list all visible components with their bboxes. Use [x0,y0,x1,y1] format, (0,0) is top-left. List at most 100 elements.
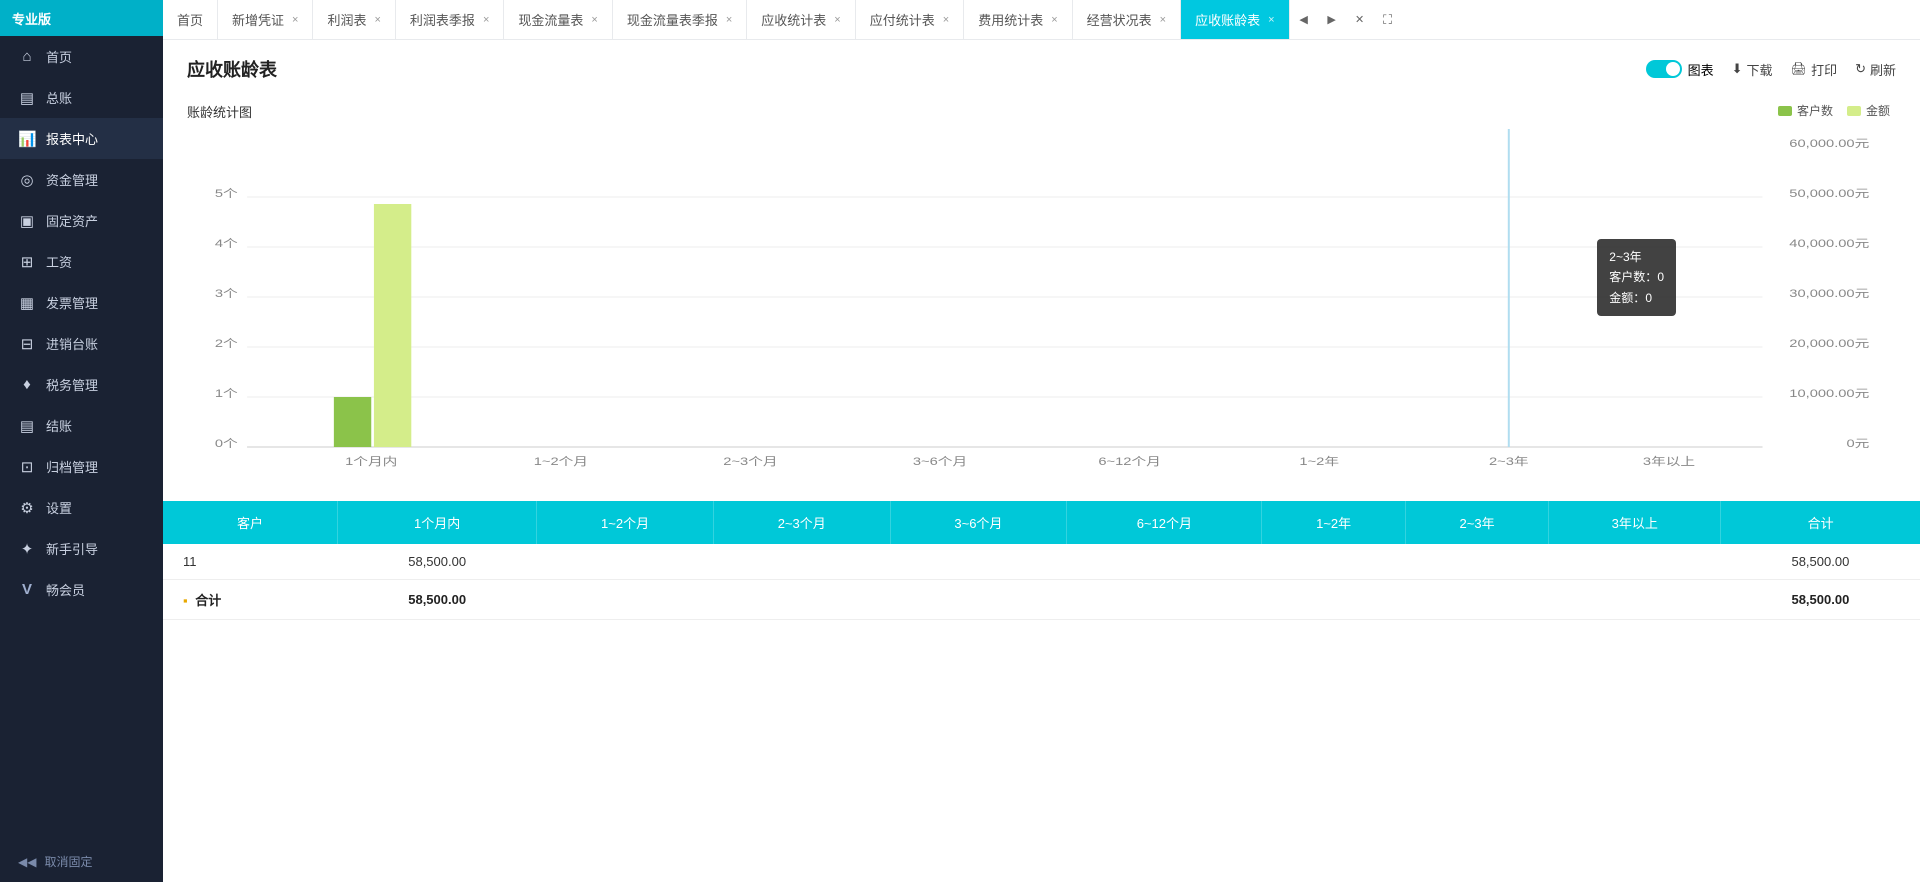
tab-home-label: 首页 [177,10,203,29]
sidebar-bottom-label: 取消固定 [44,853,92,870]
data-table: 客户 1个月内 1~2个月 2~3个月 3~6个月 6~12个月 1~2年 2~… [163,501,1920,620]
sidebar-item-sales[interactable]: ⊟ 进销台账 [0,323,163,364]
download-icon: ⬇ [1732,61,1743,77]
tab-ap-stats-close[interactable]: × [943,14,949,26]
svg-text:2~3年: 2~3年 [1489,455,1529,468]
sidebar-item-salary[interactable]: ⊞ 工资 [0,241,163,282]
sidebar-item-report[interactable]: 📊 报表中心 [0,118,163,159]
sidebar-logo: 专业版 [0,0,163,36]
sidebar-item-invoice[interactable]: ▦ 发票管理 [0,282,163,323]
cell-total-1month: 58,500.00 [338,580,537,620]
cell-total-6-12month [1067,580,1262,620]
home-icon: ⌂ [18,48,36,65]
sidebar-item-label: 进销台账 [46,334,98,353]
bar-amount-1month [374,204,411,447]
tab-cashflow-quarter[interactable]: 现金流量表季报 × [613,0,747,40]
svg-text:20,000.00元: 20,000.00元 [1789,337,1869,350]
chart-toggle[interactable] [1646,60,1682,78]
cell-total-1-2year [1262,580,1405,620]
refresh-icon: ↻ [1855,61,1866,77]
refresh-btn[interactable]: ↻ 刷新 [1855,60,1896,79]
tab-ar-stats-close[interactable]: × [834,14,840,26]
tab-fullscreen-btn[interactable]: ⛶ [1374,0,1402,40]
cell-3plus-year [1549,544,1721,580]
tab-home[interactable]: 首页 [163,0,218,40]
sidebar-item-close[interactable]: ▤ 结账 [0,405,163,446]
tab-cashflow-quarter-close[interactable]: × [726,14,732,26]
svg-text:50,000.00元: 50,000.00元 [1789,187,1869,200]
svg-text:5个: 5个 [215,187,238,200]
cell-2-3year [1405,544,1548,580]
tab-next-btn[interactable]: ▶ [1318,0,1346,40]
tab-voucher[interactable]: 新增凭证 × [218,0,313,40]
col-3-6month: 3~6个月 [890,501,1067,544]
cell-6-12month [1067,544,1262,580]
sidebar-item-funds[interactable]: ◎ 资金管理 [0,159,163,200]
sidebar-pin-toggle[interactable]: ◀◀ 取消固定 [0,841,163,882]
sidebar-item-label: 结账 [46,416,72,435]
tab-profit[interactable]: 利润表 × [313,0,395,40]
col-total: 合计 [1721,501,1920,544]
legend-customer-count: 客户数 [1778,102,1833,119]
chart-title: 账龄统计图 [187,102,1896,121]
tab-profit-quarter-close[interactable]: × [483,14,489,26]
sidebar-item-ledger[interactable]: ▤ 总账 [0,77,163,118]
col-2-3year: 2~3年 [1405,501,1548,544]
tab-cashflow-close[interactable]: × [591,14,597,26]
svg-text:1个月内: 1个月内 [345,455,397,468]
sidebar-item-home[interactable]: ⌂ 首页 [0,36,163,77]
tab-ar-aging[interactable]: 应收账龄表 × [1181,0,1289,40]
tab-business-stats-label: 经营状况表 [1087,10,1152,29]
svg-text:0元: 0元 [1846,437,1869,450]
cell-total-1-2month [537,580,714,620]
invoice-icon: ▦ [18,294,36,312]
tab-profit-quarter[interactable]: 利润表季报 × [396,0,504,40]
tab-close-all-btn[interactable]: ✕ [1346,0,1374,40]
sidebar-item-vip[interactable]: V 畅会员 [0,569,163,610]
tab-ar-aging-label: 应收账龄表 [1195,10,1260,29]
bar-customer-1month [334,397,371,447]
sidebar-item-settings[interactable]: ⚙ 设置 [0,487,163,528]
sidebar-item-archive[interactable]: ⊡ 归档管理 [0,446,163,487]
svg-text:3个: 3个 [215,287,238,300]
print-btn[interactable]: 🖨 打印 [1791,60,1838,79]
tab-ar-aging-close[interactable]: × [1268,14,1274,26]
cell-customer: 11 [163,544,338,580]
tab-bar: 首页 新增凭证 × 利润表 × 利润表季报 × 现金流量表 × 现金流量表季报 … [163,0,1920,40]
sidebar-item-label: 发票管理 [46,293,98,312]
svg-text:1~2年: 1~2年 [1299,455,1339,468]
tab-expense-stats-close[interactable]: × [1051,14,1057,26]
download-btn[interactable]: ⬇ 下载 [1732,60,1773,79]
tab-profit-close[interactable]: × [374,14,380,26]
svg-text:30,000.00元: 30,000.00元 [1789,287,1869,300]
vip-icon: V [18,581,36,598]
col-1-2month: 1~2个月 [537,501,714,544]
tab-cashflow-quarter-label: 现金流量表季报 [627,10,718,29]
sidebar-item-label: 固定资产 [46,211,98,230]
chart-legend: 客户数 金额 [1778,102,1890,119]
cell-total-total: 58,500.00 [1721,580,1920,620]
tab-ar-stats[interactable]: 应收统计表 × [747,0,855,40]
tab-cashflow[interactable]: 现金流量表 × [504,0,612,40]
sidebar-item-assets[interactable]: ▣ 固定资产 [0,200,163,241]
chart-toggle-wrap: 图表 [1646,60,1714,79]
svg-text:1~2个月: 1~2个月 [534,455,588,468]
close-account-icon: ▤ [18,417,36,435]
sidebar-item-label: 归档管理 [46,457,98,476]
tab-business-stats[interactable]: 经营状况表 × [1073,0,1181,40]
cell-1-2month [537,544,714,580]
sidebar-item-guide[interactable]: ✦ 新手引导 [0,528,163,569]
report-icon: 📊 [18,130,36,148]
table-header-row: 客户 1个月内 1~2个月 2~3个月 3~6个月 6~12个月 1~2年 2~… [163,501,1920,544]
svg-text:4个: 4个 [215,237,238,250]
tab-expense-stats[interactable]: 费用统计表 × [964,0,1072,40]
tab-voucher-close[interactable]: × [292,14,298,26]
tab-business-stats-close[interactable]: × [1160,14,1166,26]
tab-prev-btn[interactable]: ◀ [1290,0,1318,40]
salary-icon: ⊞ [18,253,36,271]
tab-ap-stats[interactable]: 应付统计表 × [856,0,964,40]
cell-2-3month [713,544,890,580]
col-1-2year: 1~2年 [1262,501,1405,544]
sidebar-item-tax[interactable]: ♦ 税务管理 [0,364,163,405]
table-total-row: ▪ 合计 58,500.00 58,500.00 [163,580,1920,620]
